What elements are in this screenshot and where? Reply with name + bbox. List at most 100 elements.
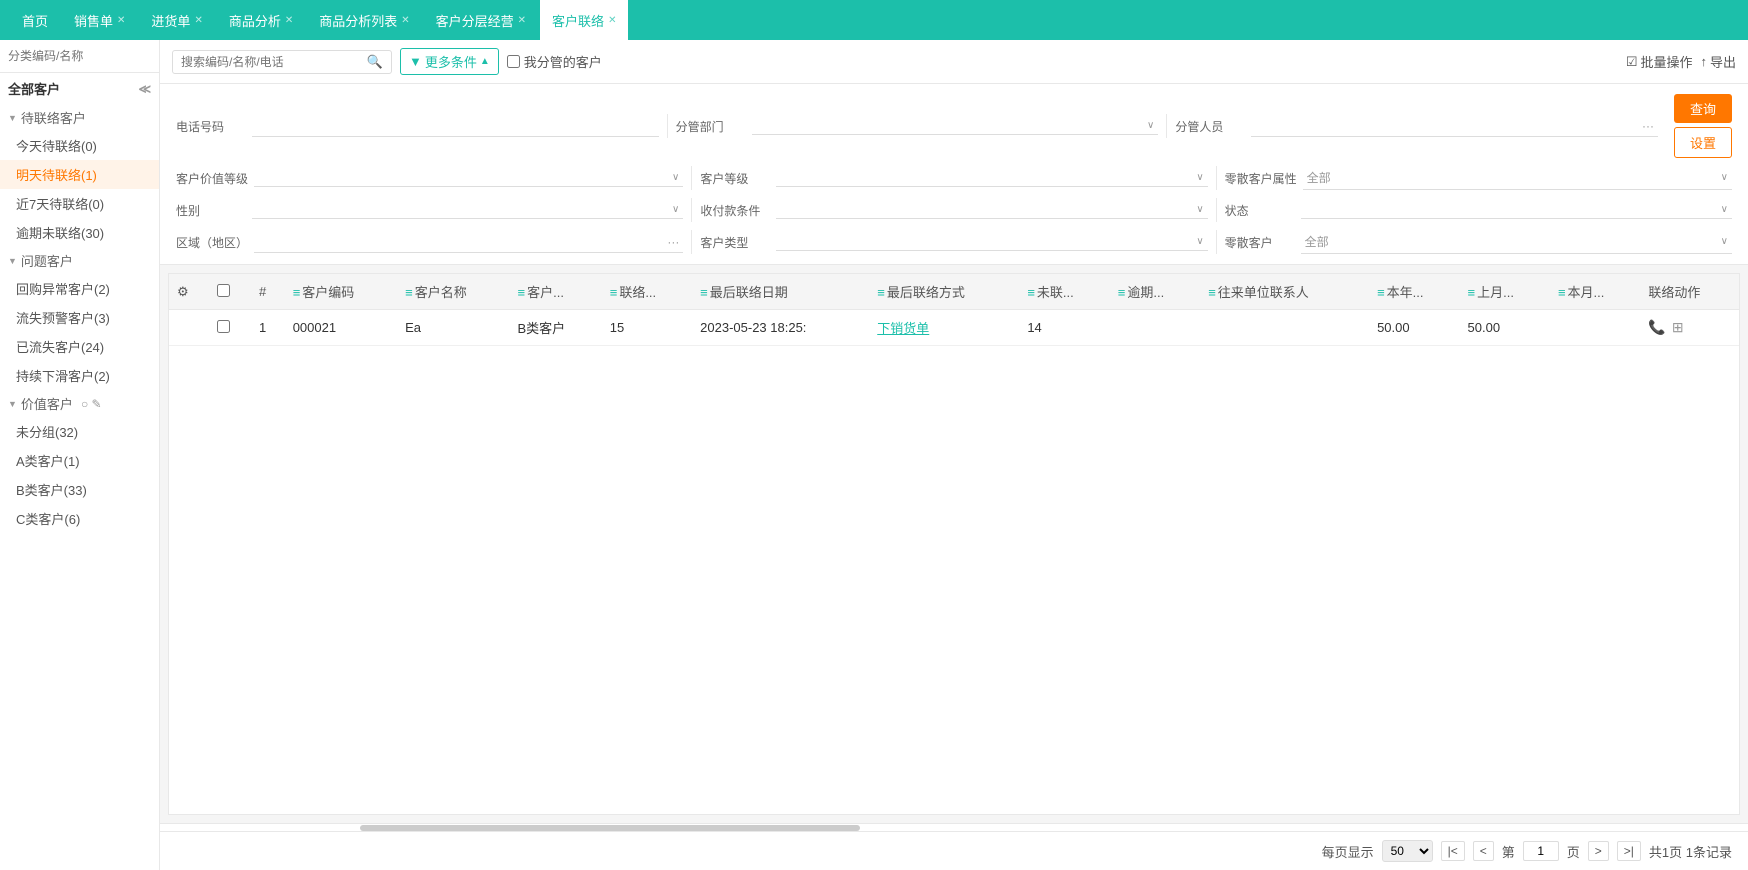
sidebar-item-declining[interactable]: 持续下滑客户(2) (0, 361, 159, 390)
nav-analysis-label: 商品分析 (229, 11, 281, 30)
sidebar-item-abnormal[interactable]: 回购异常客户(2) (0, 274, 159, 303)
nav-customer-layer-close[interactable]: ✕ (518, 15, 526, 26)
nav-purchase[interactable]: 进货单 ✕ (139, 0, 214, 40)
last-method-link[interactable]: 下销货单 (877, 321, 929, 336)
col-this-month[interactable]: ≡本月... (1550, 274, 1640, 310)
retail-customer-select[interactable]: 全部∨ (1301, 230, 1732, 254)
col-last-method[interactable]: ≡最后联络方式 (869, 274, 1019, 310)
value-customers-group[interactable]: 价值客户 ○ ✎ (0, 390, 159, 417)
sidebar-item-today[interactable]: 今天待联络(0) (0, 131, 159, 160)
pending-contact-group[interactable]: 待联络客户 (0, 104, 159, 131)
first-page-btn[interactable]: |< (1441, 841, 1465, 861)
export-btn[interactable]: ↑ 导出 (1700, 52, 1736, 71)
divider-4 (1216, 166, 1217, 190)
customer-level-label: 客户等级 (700, 170, 770, 187)
last-page-btn[interactable]: >| (1617, 841, 1641, 861)
page-size-select[interactable]: 50 100 200 (1382, 840, 1433, 862)
scrollbar-thumb[interactable] (360, 825, 860, 831)
col-checkbox[interactable] (209, 274, 251, 310)
nav-purchase-close[interactable]: ✕ (194, 15, 202, 26)
problem-customers-label: 问题客户 (21, 251, 73, 270)
retail-customer-label: 零散客户 (1225, 234, 1295, 251)
nav-home[interactable]: 首页 (10, 0, 60, 40)
payment-select[interactable]: ∨ (776, 201, 1207, 219)
nav-analysis-close[interactable]: ✕ (285, 15, 293, 26)
sidebar-item-classB[interactable]: B类客户(33) (0, 475, 159, 504)
nav-analysis[interactable]: 商品分析 ✕ (217, 0, 305, 40)
sidebar-item-tomorrow[interactable]: 明天待联络(1) (0, 160, 159, 189)
total-records: 共1页 1条记录 (1649, 842, 1732, 861)
customer-type-select[interactable]: ∨ (776, 233, 1207, 251)
sidebar-search-box[interactable]: 🔍 (0, 40, 159, 73)
row-checkbox[interactable] (217, 320, 230, 333)
nav-sales[interactable]: 销售单 ✕ (62, 0, 137, 40)
sidebar-item-classC[interactable]: C类客户(6) (0, 504, 159, 533)
gender-select[interactable]: ∨ (252, 201, 683, 219)
status-select[interactable]: ∨ (1301, 201, 1732, 219)
dept-select[interactable]: ∨ (752, 117, 1159, 135)
export-icon: ↑ (1700, 54, 1707, 69)
col-name[interactable]: ≡客户名称 (397, 274, 509, 310)
sidebar-item-overdue[interactable]: 逾期未联络(30) (0, 218, 159, 247)
grid-action-icon[interactable]: ⊞ (1672, 319, 1684, 336)
page-input[interactable] (1523, 841, 1559, 861)
nav-customer-layer-label: 客户分层经营 (436, 11, 514, 30)
phone-input[interactable] (252, 116, 659, 137)
main-search-box[interactable]: 🔍 (172, 50, 392, 74)
nav-purchase-label: 进货单 (151, 11, 190, 30)
nav-customer-layer[interactable]: 客户分层经营 ✕ (424, 0, 538, 40)
nav-analysis-list-close[interactable]: ✕ (401, 15, 409, 26)
nav-customer-contact[interactable]: 客户联络 ✕ (540, 0, 628, 40)
col-uncontacted[interactable]: ≡未联... (1019, 274, 1109, 310)
nav-customer-contact-close[interactable]: ✕ (608, 15, 616, 26)
cell-last-method[interactable]: 下销货单 (869, 310, 1019, 346)
manager-select[interactable]: ··· (1251, 116, 1658, 137)
collapse-icon[interactable]: ≪ (138, 82, 151, 96)
col-contact[interactable]: ≡联络... (602, 274, 692, 310)
main-search-icon[interactable]: 🔍 (367, 54, 383, 70)
cell-type: B类客户 (510, 310, 602, 346)
batch-op-btn[interactable]: ☑ 批量操作 (1626, 52, 1693, 71)
problem-customers-group[interactable]: 问题客户 (0, 247, 159, 274)
col-settings[interactable]: ⚙ (169, 274, 209, 310)
page-label: 第 (1502, 842, 1515, 861)
col-type[interactable]: ≡客户... (510, 274, 602, 310)
sidebar-item-ungrouped[interactable]: 未分组(32) (0, 417, 159, 446)
my-customers-checkbox[interactable] (507, 55, 520, 68)
col-unit-contact[interactable]: ≡往来单位联系人 (1200, 274, 1369, 310)
phone-action-icon[interactable]: 📞 (1648, 319, 1665, 336)
customer-value-select[interactable]: ∨ (254, 169, 683, 187)
nav-analysis-list[interactable]: 商品分析列表 ✕ (307, 0, 421, 40)
sidebar-item-classA[interactable]: A类客户(1) (0, 446, 159, 475)
horizontal-scrollbar[interactable] (160, 823, 1748, 831)
sidebar-item-churn-warning[interactable]: 流失预警客户(3) (0, 303, 159, 332)
sidebar-item-churned[interactable]: 已流失客户(24) (0, 332, 159, 361)
sidebar-search-input[interactable] (8, 49, 160, 63)
nav-sales-close[interactable]: ✕ (117, 15, 125, 26)
main-search-input[interactable] (181, 55, 363, 69)
query-btn[interactable]: 查询 (1674, 94, 1732, 123)
select-all-checkbox[interactable] (217, 284, 230, 297)
region-select[interactable]: ··· (254, 232, 683, 253)
cell-uncontacted: 14 (1019, 310, 1109, 346)
cell-overdue (1110, 310, 1200, 346)
more-filter-btn[interactable]: ▼ 更多条件 ▲ (400, 48, 499, 75)
nav-customer-contact-label: 客户联络 (552, 11, 604, 30)
retail-attr-select[interactable]: 全部∨ (1303, 166, 1732, 190)
col-overdue[interactable]: ≡逾期... (1110, 274, 1200, 310)
customer-level-select[interactable]: ∨ (776, 169, 1207, 187)
col-last-date[interactable]: ≡最后联络日期 (692, 274, 869, 310)
col-this-year[interactable]: ≡本年... (1369, 274, 1459, 310)
my-customers-checkbox-label[interactable]: 我分管的客户 (507, 52, 602, 71)
retail-attr-value: 全部 (1307, 169, 1331, 186)
sidebar-item-7days[interactable]: 近7天待联络(0) (0, 189, 159, 218)
filter-actions: 查询 设置 (1674, 94, 1732, 158)
prev-page-btn[interactable]: < (1473, 841, 1494, 861)
setting-btn[interactable]: 设置 (1674, 127, 1732, 158)
next-page-btn[interactable]: > (1588, 841, 1609, 861)
filter-row-3: 性别 ∨ 收付款条件 ∨ 状态 ∨ (176, 198, 1732, 222)
cell-checkbox[interactable] (209, 310, 251, 346)
col-code[interactable]: ≡客户编码 (285, 274, 397, 310)
col-last-month[interactable]: ≡上月... (1460, 274, 1550, 310)
all-customers-header[interactable]: 全部客户 ≪ (0, 73, 159, 104)
